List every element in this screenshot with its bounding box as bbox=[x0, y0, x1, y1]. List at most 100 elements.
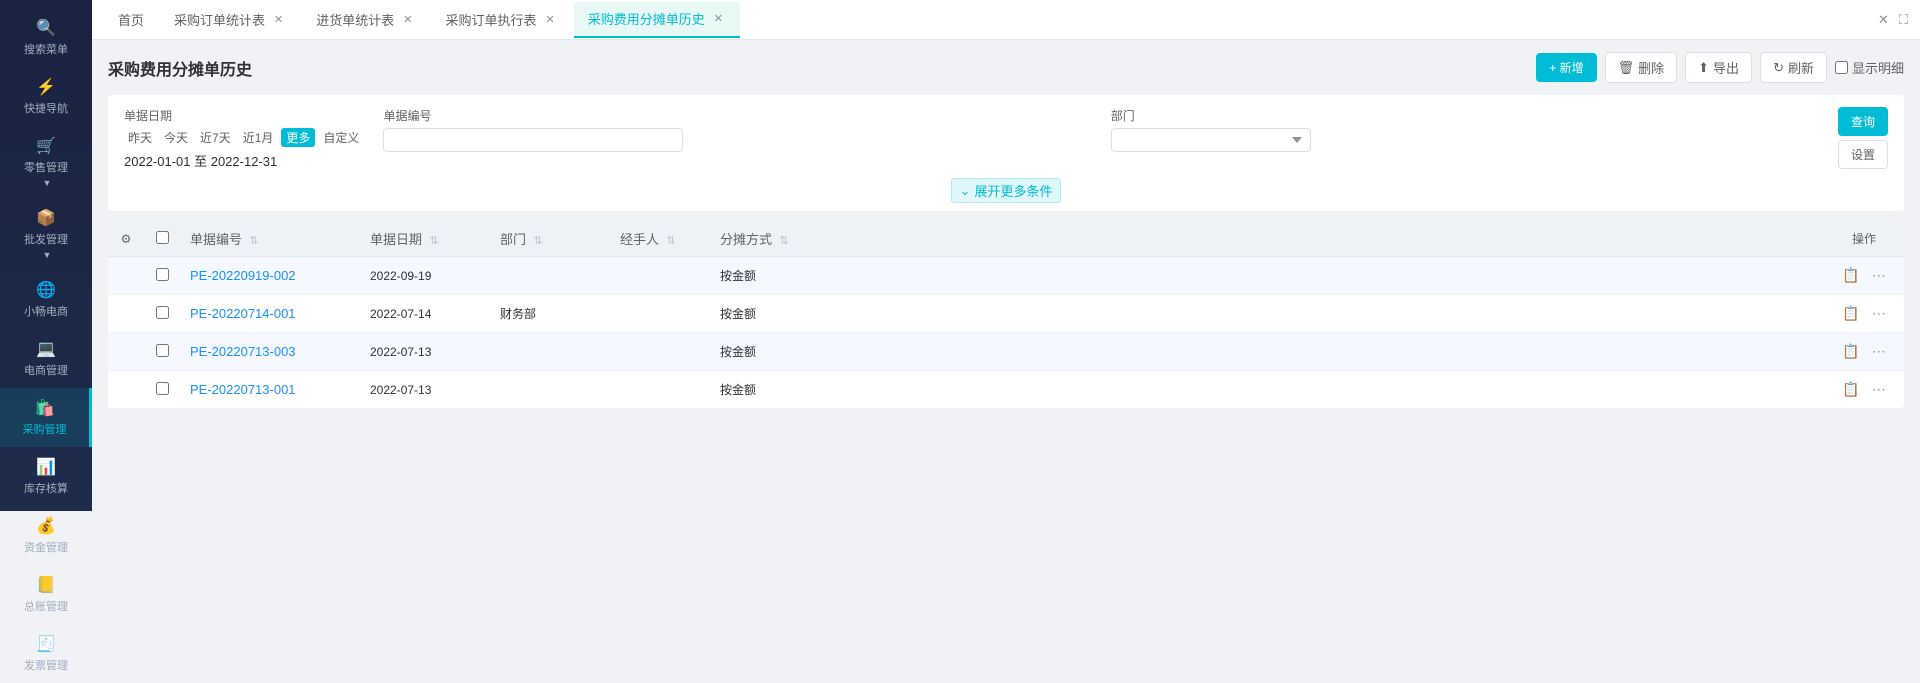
col-doc-no[interactable]: 单据编号 ⇅ bbox=[180, 221, 360, 257]
quick-nav-icon: ⚡ bbox=[36, 77, 56, 97]
view-icon-3[interactable]: 📋 bbox=[1840, 379, 1861, 400]
col-handler[interactable]: 经手人 ⇅ bbox=[610, 221, 710, 257]
more-icon-1[interactable]: ⋯ bbox=[1870, 303, 1888, 324]
col-method[interactable]: 分摊方式 ⇅ bbox=[710, 221, 1824, 257]
row-checkbox-cell-0 bbox=[144, 257, 180, 295]
more-icon-2[interactable]: ⋯ bbox=[1870, 341, 1888, 362]
tab-purchase-order-exec[interactable]: 采购订单执行表✕ bbox=[431, 2, 571, 38]
sidebar-item-ledger[interactable]: 📒 总账管理 bbox=[0, 565, 92, 624]
col-date[interactable]: 单据日期 ⇅ bbox=[360, 221, 490, 257]
row-action-2: 📋 ⋯ bbox=[1824, 333, 1904, 371]
settings-button[interactable]: 设置 bbox=[1838, 140, 1888, 169]
more-icon-0[interactable]: ⋯ bbox=[1870, 265, 1888, 286]
sort-method-icon: ⇅ bbox=[779, 235, 788, 247]
shortcut-more[interactable]: 更多 bbox=[281, 128, 315, 147]
view-icon-2[interactable]: 📋 bbox=[1840, 341, 1861, 362]
maximize-window-icon[interactable]: ⛶ bbox=[1899, 12, 1908, 28]
doc-no-field: 单据编号 bbox=[383, 107, 1090, 152]
tab-close-purchase-order-exec[interactable]: ✕ bbox=[543, 12, 558, 27]
table-header: ⚙ 单据编号 ⇅ 单据日期 ⇅ 部门 bbox=[108, 221, 1904, 257]
refresh-button[interactable]: ↻ 刷新 bbox=[1760, 52, 1827, 83]
sidebar: 🔍 搜索菜单 ⚡ 快捷导航 🛒 零售管理 ▼ 📦 批发管理 ▼ 🌐 小畅电商 💻… bbox=[0, 0, 92, 511]
sidebar-label-finance: 资金管理 bbox=[24, 539, 68, 555]
table-row: PE-20220713-001 2022-07-13 按金额 📋 ⋯ bbox=[108, 371, 1904, 409]
date-range-value: 2022-01-01 至 2022-12-31 bbox=[124, 151, 363, 170]
tab-close-purchase-cost-split[interactable]: ✕ bbox=[711, 11, 726, 26]
tab-close-purchase-order-stats[interactable]: ✕ bbox=[271, 12, 286, 27]
data-table: ⚙ 单据编号 ⇅ 单据日期 ⇅ 部门 bbox=[108, 221, 1904, 408]
row-setting-1 bbox=[108, 295, 144, 333]
doc-no-link-0[interactable]: PE-20220919-002 bbox=[190, 268, 296, 283]
sidebar-item-search[interactable]: 🔍 搜索菜单 bbox=[0, 8, 92, 67]
doc-no-link-2[interactable]: PE-20220713-003 bbox=[190, 344, 296, 359]
tab-home[interactable]: 首页 bbox=[104, 2, 158, 38]
sidebar-item-xiaopang[interactable]: 🌐 小畅电商 bbox=[0, 270, 92, 329]
view-icon-1[interactable]: 📋 bbox=[1840, 303, 1861, 324]
export-button[interactable]: ⬆ 导出 bbox=[1685, 52, 1752, 83]
row-checkbox-cell-3 bbox=[144, 371, 180, 409]
expand-more-button[interactable]: ⌄ 展开更多条件 bbox=[951, 178, 1062, 203]
header-row: ⚙ 单据编号 ⇅ 单据日期 ⇅ 部门 bbox=[108, 221, 1904, 257]
sidebar-item-finance[interactable]: 💰 资金管理 bbox=[0, 506, 92, 565]
action-icons-1: 📋 ⋯ bbox=[1834, 303, 1894, 324]
more-icon-3[interactable]: ⋯ bbox=[1870, 379, 1888, 400]
row-dept-2 bbox=[490, 333, 610, 371]
invoice-icon: 🧾 bbox=[36, 634, 56, 654]
row-checkbox-cell-1 bbox=[144, 295, 180, 333]
select-all-checkbox[interactable] bbox=[156, 231, 169, 244]
shortcut-custom[interactable]: 自定义 bbox=[319, 128, 363, 147]
sidebar-item-ecommerce[interactable]: 💻 电商管理 bbox=[0, 329, 92, 388]
purchase-icon: 🛍️ bbox=[35, 398, 55, 418]
close-window-icon[interactable]: ✕ bbox=[1878, 12, 1889, 28]
doc-no-link-1[interactable]: PE-20220714-001 bbox=[190, 306, 296, 321]
doc-no-input[interactable] bbox=[383, 128, 683, 152]
row-dept-0 bbox=[490, 257, 610, 295]
shortcut-yesterday[interactable]: 昨天 bbox=[124, 128, 156, 147]
shortcut-1month[interactable]: 近1月 bbox=[239, 128, 278, 147]
row-handler-0 bbox=[610, 257, 710, 295]
row-doc-no-0: PE-20220919-002 bbox=[180, 257, 360, 295]
tab-label-home: 首页 bbox=[118, 10, 144, 29]
tab-label-purchase-cost-split: 采购费用分摊单历史 bbox=[588, 9, 705, 28]
delete-button[interactable]: 🗑 删除 bbox=[1605, 52, 1678, 83]
row-date-1: 2022-07-14 bbox=[360, 295, 490, 333]
sidebar-item-invoice[interactable]: 🧾 发票管理 bbox=[0, 624, 92, 683]
show-columns-toggle[interactable]: 显示明细 bbox=[1835, 58, 1904, 77]
table-row: PE-20220713-003 2022-07-13 按金额 📋 ⋯ bbox=[108, 333, 1904, 371]
tab-goods-entry-stats[interactable]: 进货单统计表 ✕ bbox=[302, 2, 429, 38]
sidebar-label-purchase: 采购管理 bbox=[23, 421, 67, 437]
row-date-2: 2022-07-13 bbox=[360, 333, 490, 371]
col-dept[interactable]: 部门 ⇅ bbox=[490, 221, 610, 257]
query-button[interactable]: 查询 bbox=[1838, 107, 1888, 136]
tab-purchase-order-stats[interactable]: 采购订单统计表✕ bbox=[160, 2, 300, 38]
tab-purchase-cost-split[interactable]: 采购费用分摊单历史 ✕ bbox=[574, 2, 740, 38]
tab-label-goods-entry-stats: 进货单统计表 bbox=[316, 10, 394, 29]
dept-select[interactable]: 财务部 bbox=[1111, 128, 1311, 152]
sidebar-item-quick-nav[interactable]: ⚡ 快捷导航 bbox=[0, 67, 92, 126]
row-checkbox-3[interactable] bbox=[156, 382, 169, 395]
sidebar-item-inventory[interactable]: 📊 库存核算 bbox=[0, 447, 92, 506]
doc-no-link-3[interactable]: PE-20220713-001 bbox=[190, 382, 296, 397]
add-button[interactable]: + 新增 bbox=[1536, 53, 1596, 82]
row-checkbox-1[interactable] bbox=[156, 306, 169, 319]
row-checkbox-2[interactable] bbox=[156, 344, 169, 357]
sidebar-item-retail[interactable]: 🛒 零售管理 ▼ bbox=[0, 126, 92, 198]
row-checkbox-0[interactable] bbox=[156, 268, 169, 281]
shortcut-today[interactable]: 今天 bbox=[160, 128, 192, 147]
shortcut-7days[interactable]: 近7天 bbox=[196, 128, 235, 147]
view-icon-0[interactable]: 📋 bbox=[1840, 265, 1861, 286]
sidebar-item-purchase[interactable]: 🛍️ 采购管理 bbox=[0, 388, 92, 447]
page-header: 采购费用分摊单历史 + 新增 🗑 删除 ⬆ 导出 ↻ 刷新 显示明细 bbox=[108, 52, 1904, 83]
ecommerce-icon: 💻 bbox=[36, 339, 56, 359]
row-handler-1 bbox=[610, 295, 710, 333]
col-setting[interactable]: ⚙ bbox=[108, 221, 144, 257]
page-title: 采购费用分摊单历史 bbox=[108, 56, 252, 80]
row-method-2: 按金额 bbox=[710, 333, 1824, 371]
row-method-3: 按金额 bbox=[710, 371, 1824, 409]
sidebar-item-wholesale[interactable]: 📦 批发管理 ▼ bbox=[0, 198, 92, 270]
wholesale-icon: 📦 bbox=[36, 208, 56, 228]
tab-close-goods-entry-stats[interactable]: ✕ bbox=[400, 12, 415, 27]
show-columns-checkbox[interactable] bbox=[1835, 61, 1848, 74]
tab-bar: 首页采购订单统计表✕进货单统计表✕采购订单执行表✕采购费用分摊单历史✕ ✕ ⛶ bbox=[92, 0, 1920, 40]
delete-icon: 🗑 bbox=[1618, 60, 1635, 76]
